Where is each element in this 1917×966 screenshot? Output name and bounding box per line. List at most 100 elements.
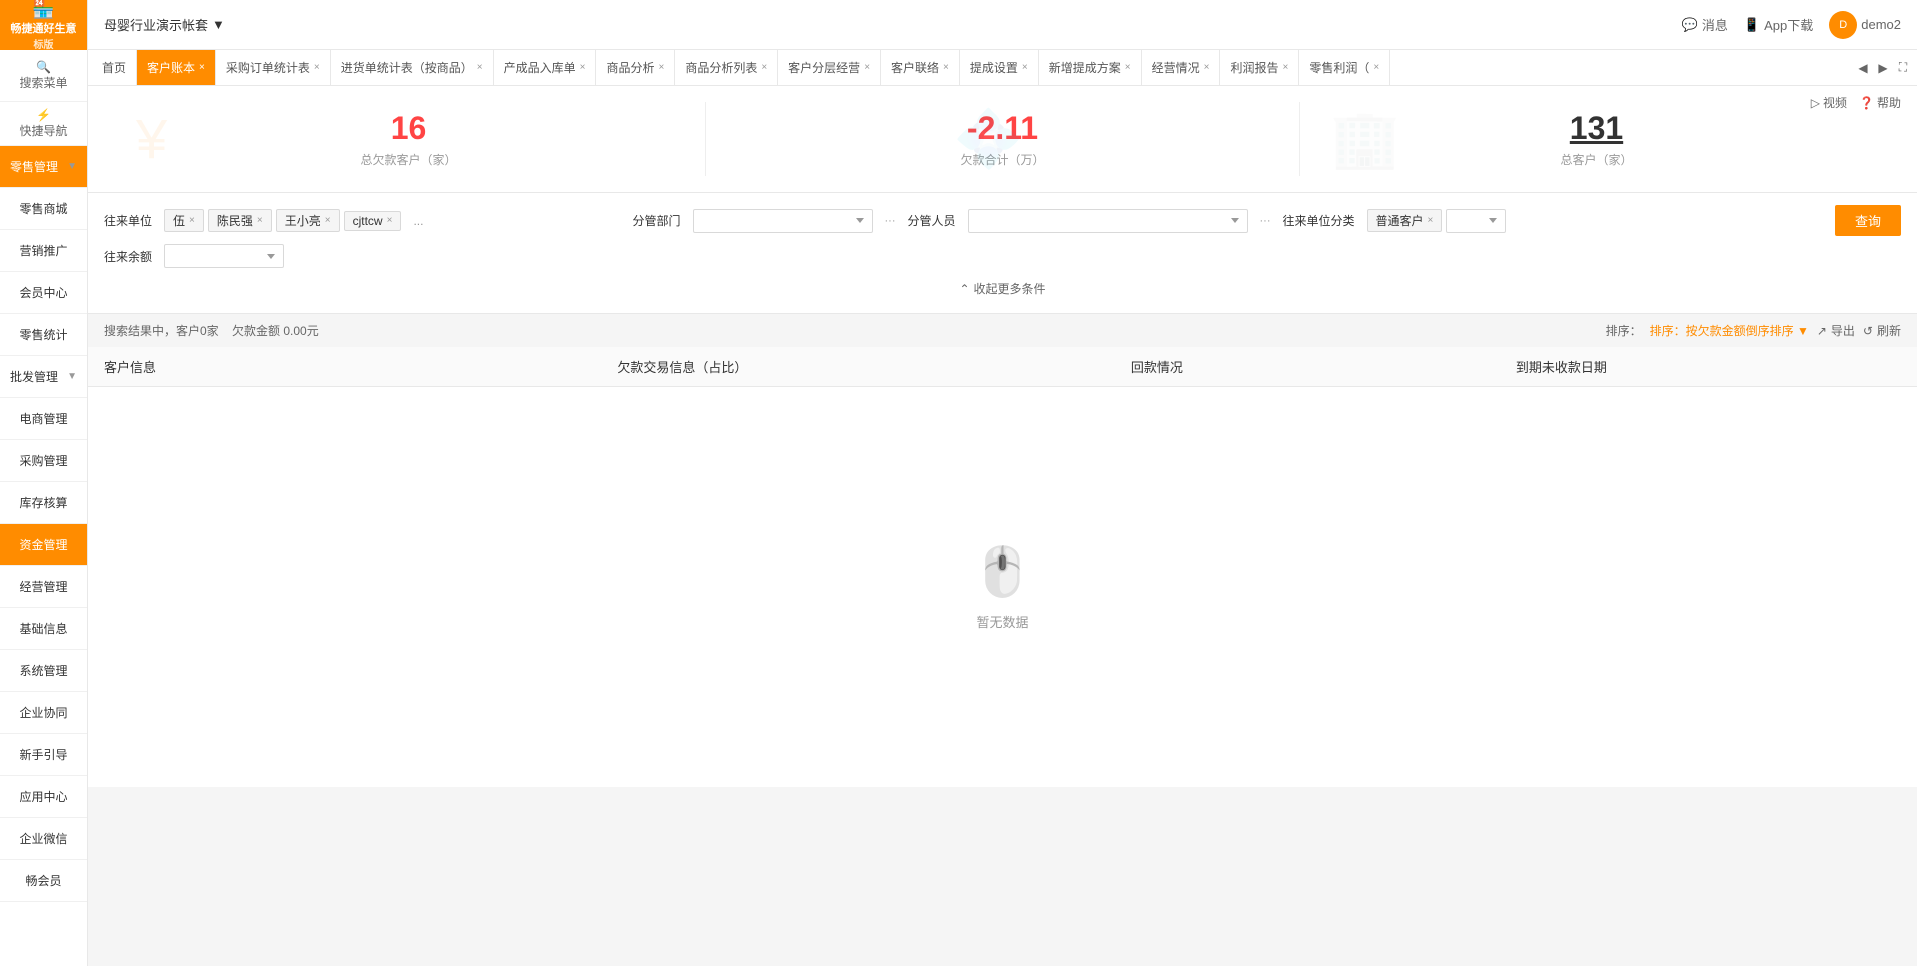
export-button[interactable]: ↗ 导出 xyxy=(1817,322,1855,339)
ecommerce-label: 电商管理 xyxy=(19,410,67,427)
close-tab-retail-profit[interactable]: × xyxy=(1373,62,1379,73)
result-info: 搜索结果中，客户0家 欠款金额 0.00元 xyxy=(104,322,319,339)
dept-select[interactable] xyxy=(693,209,873,233)
tab-operation-label: 经营情况 xyxy=(1152,59,1200,76)
sidebar-item-purchase[interactable]: 采购管理 xyxy=(0,440,87,482)
collapse-button[interactable]: ⌃ 收起更多条件 xyxy=(955,276,1049,301)
sidebar-item-wholesale[interactable]: 批发管理 ▼ xyxy=(0,356,87,398)
sidebar-item-quick-nav[interactable]: ⚡ 快捷导航 xyxy=(0,102,87,146)
remove-tag-unit3[interactable]: × xyxy=(325,215,331,226)
purchase-label: 采购管理 xyxy=(19,452,67,469)
sidebar-item-vip-member[interactable]: 畅会员 xyxy=(0,860,87,902)
tab-customer[interactable]: 客户账本 × xyxy=(137,50,216,86)
close-tab-inbound[interactable]: × xyxy=(477,62,483,73)
close-tab-contact[interactable]: × xyxy=(943,62,949,73)
filter-row-2: 往来余额 xyxy=(104,244,1901,268)
tab-purchase-order[interactable]: 采购订单统计表 × xyxy=(216,50,331,86)
sidebar-item-operation-mgmt[interactable]: 经营管理 xyxy=(0,566,87,608)
refresh-button[interactable]: ↺ 刷新 xyxy=(1863,322,1901,339)
close-tab-purchase[interactable]: × xyxy=(314,62,320,73)
sidebar-item-finance[interactable]: 资金管理 xyxy=(0,524,87,566)
close-tab-customer[interactable]: × xyxy=(199,62,205,73)
tab-operation[interactable]: 经营情况 × xyxy=(1142,50,1221,86)
remove-tag-unit2[interactable]: × xyxy=(257,215,263,226)
person-expand-icon[interactable]: ··· xyxy=(1260,215,1271,227)
logo[interactable]: 🏪 畅捷通好生意 标版 xyxy=(0,0,87,50)
sidebar-item-new-user[interactable]: 新手引导 xyxy=(0,734,87,776)
sidebar-item-enterprise[interactable]: 企业协同 xyxy=(0,692,87,734)
store-selector[interactable]: 母婴行业演示帐套 ▼ xyxy=(104,15,225,34)
remove-tag-unit1[interactable]: × xyxy=(189,215,195,226)
collapse-label: 收起更多条件 xyxy=(974,280,1046,297)
close-tab-product[interactable]: × xyxy=(658,62,664,73)
sidebar-item-retail-mall[interactable]: 零售商城 xyxy=(0,188,87,230)
filter-tag-unit1[interactable]: 伍 × xyxy=(164,209,204,232)
tab-home[interactable]: 首页 xyxy=(92,50,137,86)
sidebar-item-retail-stats[interactable]: 零售统计 xyxy=(0,314,87,356)
filter-tag-unit3[interactable]: 王小亮 × xyxy=(276,209,340,232)
sidebar-item-basic-info[interactable]: 基础信息 xyxy=(0,608,87,650)
sort-select[interactable]: 排序：按欠款金额倒序排序 ▼ xyxy=(1650,322,1809,339)
export-icon: ↗ xyxy=(1817,324,1827,338)
sidebar-item-wechat[interactable]: 企业微信 xyxy=(0,818,87,860)
close-tab-tier[interactable]: × xyxy=(864,62,870,73)
col-due-date: 到期未收款日期 xyxy=(1516,357,1901,376)
sidebar-item-ecommerce[interactable]: 电商管理 xyxy=(0,398,87,440)
tab-profit-report[interactable]: 利润报告 × xyxy=(1220,50,1299,86)
close-tab-tips[interactable]: × xyxy=(1022,62,1028,73)
filter-tag-unit-class[interactable]: 普通客户 × xyxy=(1367,209,1443,232)
remove-tag-unit4[interactable]: × xyxy=(387,215,393,226)
message-button[interactable]: 💬 消息 xyxy=(1682,15,1728,34)
export-label: 导出 xyxy=(1831,322,1855,339)
tab-next-arrow[interactable]: ▶ xyxy=(1873,58,1893,78)
tab-customer-contact[interactable]: 客户联络 × xyxy=(881,50,960,86)
dept-expand-icon[interactable]: ··· xyxy=(885,215,896,227)
filter-tag-unit4[interactable]: cjttcw × xyxy=(344,211,402,231)
sidebar-item-search[interactable]: 🔍 搜索菜单 xyxy=(0,50,87,102)
sidebar-item-app-center[interactable]: 应用中心 xyxy=(0,776,87,818)
balance-select[interactable] xyxy=(164,244,284,268)
close-tab-product-list[interactable]: × xyxy=(761,62,767,73)
tab-retail-profit[interactable]: 零售利润（ × xyxy=(1299,50,1390,86)
tab-product-analysis[interactable]: 商品分析 × xyxy=(596,50,675,86)
tab-tips-settings[interactable]: 提成设置 × xyxy=(960,50,1039,86)
remove-unit-class[interactable]: × xyxy=(1428,215,1434,226)
close-tab-profit[interactable]: × xyxy=(1282,62,1288,73)
tab-customer-tier[interactable]: 客户分层经营 × xyxy=(778,50,881,86)
user-avatar-button[interactable]: D demo2 xyxy=(1829,11,1901,39)
search-icon: 🔍 xyxy=(8,60,79,74)
page-content: ▷ 视频 ❓ 帮助 ¥ 16 总欠款客户（家） 💠 -2.11 欠款合计（万） xyxy=(88,86,1917,966)
new-user-label: 新手引导 xyxy=(19,746,67,763)
sidebar-item-inventory[interactable]: 库存核算 xyxy=(0,482,87,524)
tab-cost-inbound[interactable]: 产成品入库单 × xyxy=(494,50,597,86)
unit-class-select[interactable] xyxy=(1446,209,1506,233)
stat-debt-amount: 💠 -2.11 欠款合计（万） xyxy=(706,102,1300,176)
tab-profit-label: 利润报告 xyxy=(1230,59,1278,76)
total-customers-label: 总客户（家） xyxy=(1560,151,1632,168)
store-dropdown-icon: ▼ xyxy=(212,17,225,32)
sidebar-item-system[interactable]: 系统管理 xyxy=(0,650,87,692)
dept-select-wrapper xyxy=(693,209,873,233)
tab-product-analysis-list[interactable]: 商品分析列表 × xyxy=(675,50,778,86)
sidebar-item-marketing[interactable]: 营销推广 xyxy=(0,230,87,272)
store-name: 母婴行业演示帐套 xyxy=(104,15,208,34)
person-select[interactable] xyxy=(968,209,1248,233)
sidebar-item-retail[interactable]: 零售管理 ▼ xyxy=(0,146,87,188)
message-icon: 💬 xyxy=(1682,17,1698,33)
unit-class-select-wrapper xyxy=(1446,209,1506,233)
dept-filter-label: 分管部门 xyxy=(632,212,680,229)
filter-tag-more[interactable]: ... xyxy=(405,212,431,230)
filter-tags: 伍 × 陈民强 × 王小亮 × cjttcw × xyxy=(164,209,620,232)
debt-amount-result: 欠款金额 0.00元 xyxy=(232,324,319,338)
tab-prev-arrow[interactable]: ◀ xyxy=(1853,58,1873,78)
query-button[interactable]: 查询 xyxy=(1835,205,1901,236)
close-tab-cost[interactable]: × xyxy=(580,62,586,73)
tab-new-tips[interactable]: 新增提成方案 × xyxy=(1039,50,1142,86)
tab-expand-arrow[interactable]: ⛶ xyxy=(1893,58,1913,78)
tab-inbound-stats[interactable]: 进货单统计表（按商品） × xyxy=(331,50,494,86)
close-tab-new-tips[interactable]: × xyxy=(1125,62,1131,73)
app-download-button[interactable]: 📱 App下载 xyxy=(1744,15,1813,34)
close-tab-operation[interactable]: × xyxy=(1204,62,1210,73)
filter-tag-unit2[interactable]: 陈民强 × xyxy=(208,209,272,232)
sidebar-item-member[interactable]: 会员中心 xyxy=(0,272,87,314)
